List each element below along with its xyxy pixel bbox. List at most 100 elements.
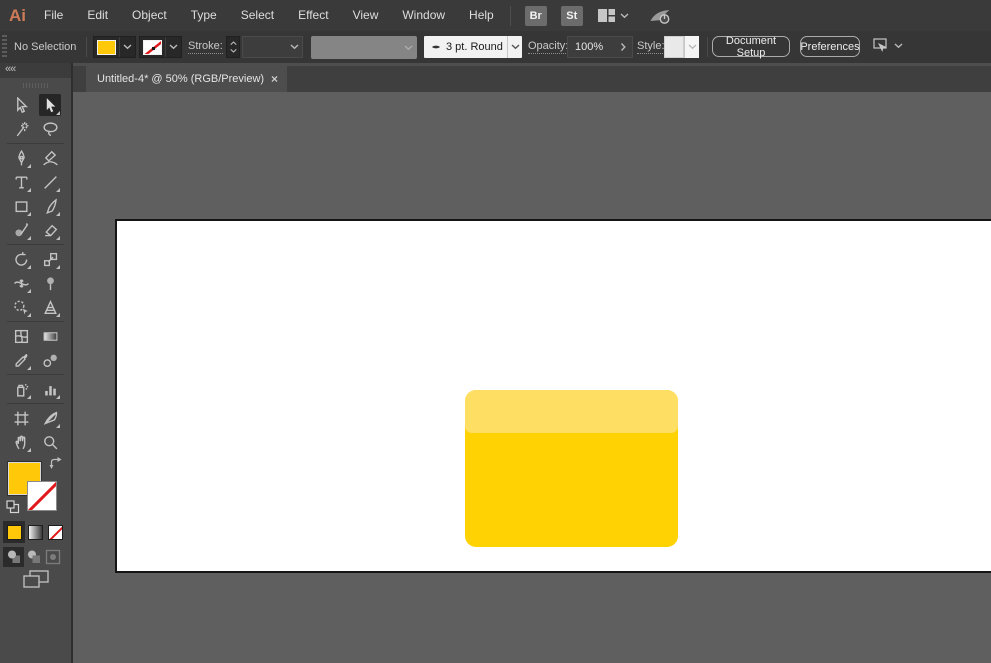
tool-row (0, 377, 71, 401)
pen-tool[interactable] (10, 147, 32, 169)
eraser-tool[interactable] (39, 219, 61, 241)
bridge-button[interactable]: Br (525, 6, 547, 26)
chevron-down-icon (620, 13, 629, 19)
menu-type[interactable]: Type (179, 0, 229, 31)
scale-tool[interactable] (39, 248, 61, 270)
gpu-performance-icon[interactable] (649, 7, 672, 25)
symbol-sprayer-tool[interactable] (10, 378, 32, 400)
draw-behind-button[interactable] (26, 549, 42, 565)
artboard[interactable] (115, 219, 991, 573)
opacity-panel-link[interactable]: Opacity: (528, 40, 568, 54)
blend-tool[interactable] (39, 349, 61, 371)
lasso-tool[interactable] (39, 118, 61, 140)
menu-help[interactable]: Help (457, 0, 506, 31)
tool-grid (0, 93, 71, 454)
mesh-tool[interactable] (10, 325, 32, 347)
default-fill-stroke-icon[interactable] (6, 500, 20, 514)
menu-window[interactable]: Window (390, 0, 457, 31)
stroke-none-swatch[interactable] (143, 40, 162, 55)
opacity-input[interactable]: 100% (567, 36, 633, 58)
swap-fill-stroke-icon[interactable] (49, 457, 62, 469)
color-button-selected[interactable] (3, 521, 25, 543)
stroke-proxy-swatch[interactable] (27, 481, 57, 511)
brush-definition-dropdown[interactable] (311, 36, 417, 59)
fill-color-dropdown[interactable] (93, 36, 136, 58)
flyout-indicator (27, 395, 31, 399)
toolbar-divider (7, 143, 64, 144)
toolbar-divider (7, 244, 64, 245)
drawing-modes-row (0, 547, 71, 569)
style-panel-link[interactable]: Style: (637, 40, 665, 54)
flyout-indicator (27, 188, 31, 192)
direct-selection-tool[interactable] (39, 94, 61, 116)
document-tab[interactable]: Untitled-4* @ 50% (RGB/Preview) × (86, 66, 287, 92)
panel-grip[interactable] (2, 35, 7, 59)
color-button[interactable] (7, 525, 22, 540)
selection-status: No Selection (14, 41, 76, 53)
menu-view[interactable]: View (341, 0, 391, 31)
change-screen-mode-button[interactable] (23, 570, 49, 588)
rounded-rectangle-top-band[interactable] (465, 390, 678, 433)
graphic-style-dropdown[interactable] (664, 36, 699, 58)
draw-inside-button[interactable] (45, 549, 61, 565)
column-graph-tool[interactable] (39, 378, 61, 400)
slice-tool[interactable] (39, 407, 61, 429)
chevron-down-icon (123, 44, 132, 50)
rotate-tool[interactable] (10, 248, 32, 270)
stock-button[interactable]: St (561, 6, 583, 26)
collapse-panel-icon[interactable]: «« (5, 63, 15, 75)
collapse-panel-strip[interactable]: «« (0, 63, 71, 78)
gradient-tool[interactable] (39, 325, 61, 347)
selection-tool[interactable] (10, 94, 32, 116)
divider (86, 37, 87, 57)
style-swatch[interactable] (664, 36, 684, 58)
flyout-indicator (27, 164, 31, 168)
rounded-rectangle-artwork[interactable] (465, 390, 678, 547)
width-profile-value: 3 pt. Round (446, 41, 503, 53)
curvature-tool[interactable] (39, 147, 61, 169)
zoom-tool[interactable] (39, 431, 61, 453)
eyedropper-tool[interactable] (10, 349, 32, 371)
panel-drag-grip[interactable] (23, 83, 49, 88)
puppet-warp-tool[interactable] (39, 272, 61, 294)
divider (707, 37, 708, 57)
shaper-tool[interactable] (10, 219, 32, 241)
perspective-grid-tool[interactable] (39, 296, 61, 318)
menu-file[interactable]: File (32, 0, 75, 31)
shape-builder-tool[interactable] (10, 296, 32, 318)
none-button[interactable] (48, 525, 63, 540)
preferences-button[interactable]: Preferences (800, 36, 860, 57)
stroke-panel-link[interactable]: Stroke: (188, 40, 223, 54)
gradient-button[interactable] (28, 525, 43, 540)
paintbrush-tool[interactable] (39, 195, 61, 217)
menu-edit[interactable]: Edit (75, 0, 120, 31)
menu-effect[interactable]: Effect (286, 0, 340, 31)
document-setup-button[interactable]: Document Setup (712, 36, 790, 57)
stepper-up-icon[interactable] (229, 40, 238, 46)
menu-select[interactable]: Select (229, 0, 286, 31)
hand-tool[interactable] (10, 431, 32, 453)
menu-object[interactable]: Object (120, 0, 179, 31)
tab-close-icon[interactable]: × (271, 72, 278, 86)
width-tool[interactable] (10, 272, 32, 294)
tool-row (0, 170, 71, 194)
line-segment-tool[interactable] (39, 171, 61, 193)
workspace-switcher-dropdown[interactable] (598, 9, 629, 22)
tool-row (0, 194, 71, 218)
screen-mode-icon (23, 570, 49, 588)
fill-swatch[interactable] (97, 40, 116, 55)
select-similar-options-dropdown[interactable] (870, 38, 903, 54)
stroke-color-dropdown[interactable] (139, 36, 182, 58)
toolbar-divider (7, 403, 64, 404)
stroke-width-dropdown[interactable] (242, 36, 303, 58)
magic-wand-tool[interactable] (10, 118, 32, 140)
flyout-indicator (56, 313, 60, 317)
rectangle-tool[interactable] (10, 195, 32, 217)
canvas-pasteboard[interactable] (73, 92, 991, 663)
type-tool[interactable] (10, 171, 32, 193)
draw-normal-button[interactable] (3, 547, 24, 567)
stroke-width-stepper[interactable] (226, 36, 240, 58)
artboard-tool[interactable] (10, 407, 32, 429)
stepper-down-icon[interactable] (229, 48, 238, 54)
variable-width-profile-dropdown[interactable]: 3 pt. Round (424, 36, 522, 58)
